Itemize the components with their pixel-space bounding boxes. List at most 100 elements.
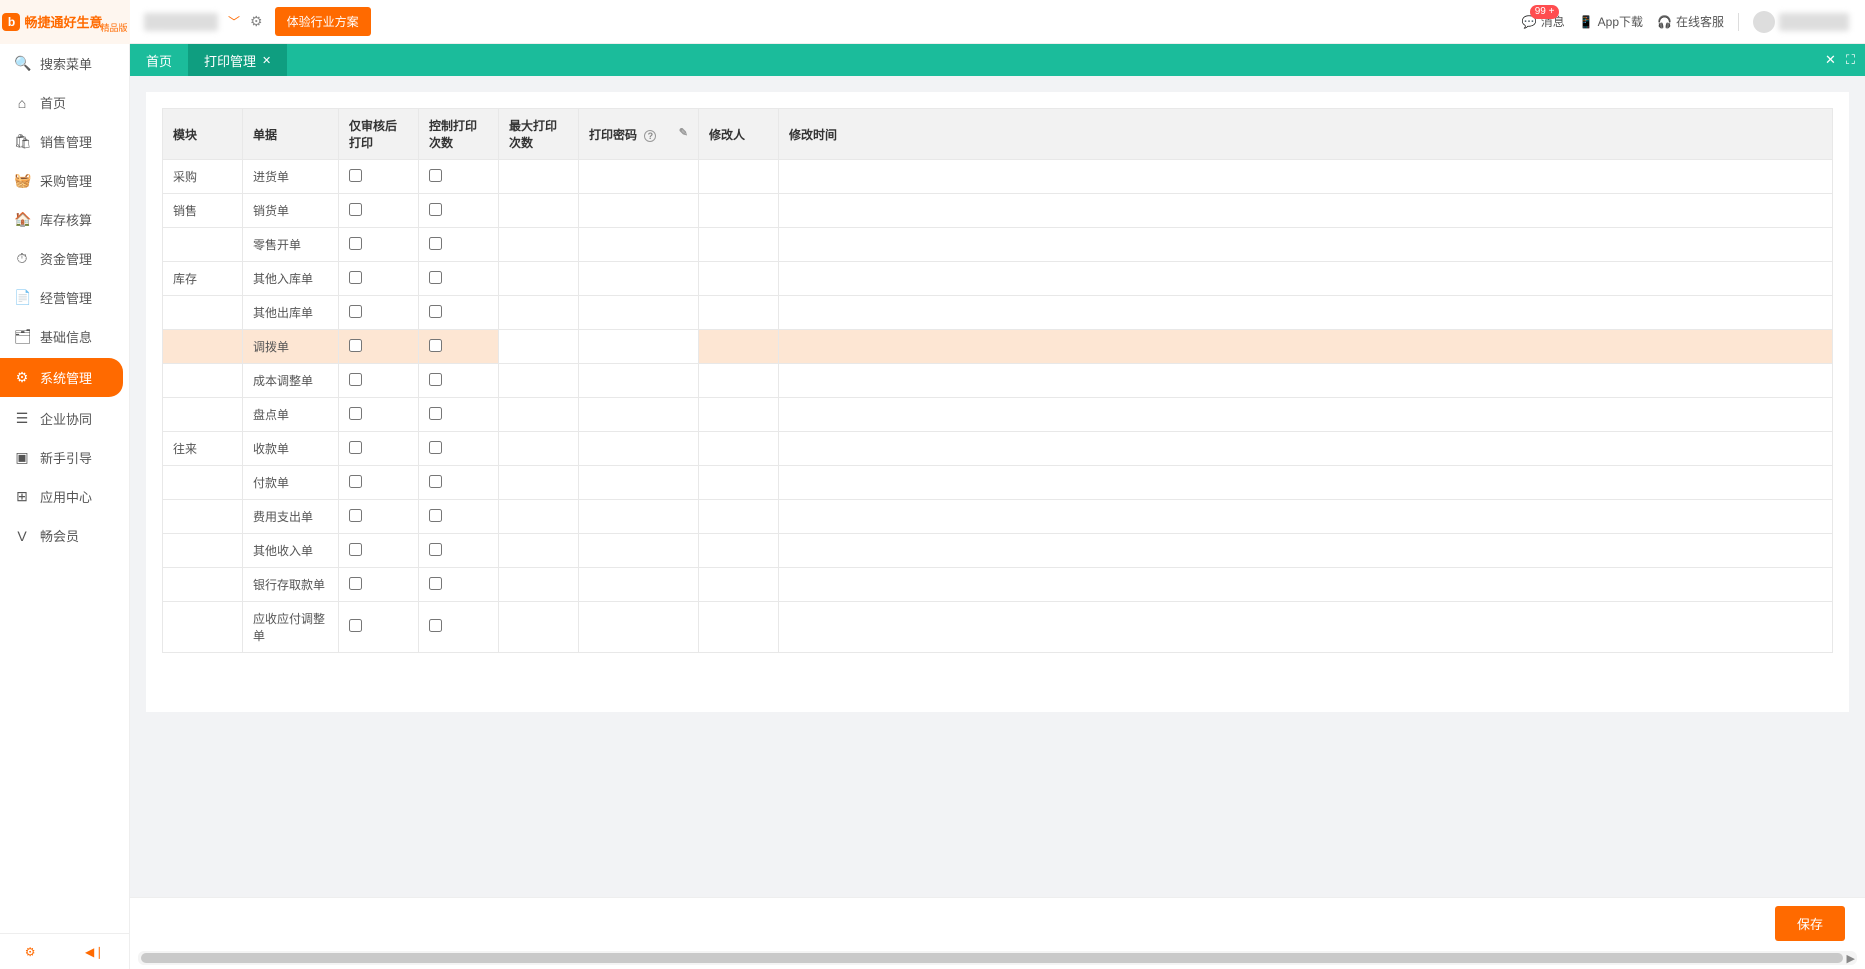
tab-1[interactable]: 打印管理✕ <box>188 44 287 76</box>
audit-checkbox[interactable] <box>349 237 362 250</box>
sidebar-item-8[interactable]: ⚙系统管理 <box>0 358 123 397</box>
table-row[interactable]: 应收应付调整单 <box>163 602 1833 653</box>
control-checkbox[interactable] <box>429 271 442 284</box>
cell-pwd[interactable] <box>579 160 699 194</box>
cell-pwd[interactable] <box>579 398 699 432</box>
sidebar-item-6[interactable]: 📄经营管理 <box>0 278 129 317</box>
control-checkbox[interactable] <box>429 407 442 420</box>
scroll-right-icon[interactable]: ▶ <box>1847 952 1855 965</box>
cell-max[interactable] <box>499 398 579 432</box>
table-row[interactable]: 银行存取款单 <box>163 568 1833 602</box>
audit-checkbox[interactable] <box>349 373 362 386</box>
audit-checkbox[interactable] <box>349 509 362 522</box>
sidebar-item-10[interactable]: ▣新手引导 <box>0 438 129 477</box>
save-button[interactable]: 保存 <box>1775 906 1845 941</box>
sidebar-item-5[interactable]: ⏱资金管理 <box>0 239 129 278</box>
collapse-icon[interactable]: ◀❘ <box>85 945 104 959</box>
tab-close-all-icon[interactable]: ✕ <box>1825 52 1836 68</box>
control-checkbox[interactable] <box>429 339 442 352</box>
table-row[interactable]: 其他出库单 <box>163 296 1833 330</box>
cell-pwd[interactable] <box>579 228 699 262</box>
sidebar-item-9[interactable]: ☰企业协同 <box>0 399 129 438</box>
table-row[interactable]: 成本调整单 <box>163 364 1833 398</box>
sidebar-item-0[interactable]: 🔍搜索菜单 <box>0 44 129 83</box>
audit-checkbox[interactable] <box>349 271 362 284</box>
tab-0[interactable]: 首页 <box>130 44 188 76</box>
control-checkbox[interactable] <box>429 509 442 522</box>
fullscreen-icon[interactable]: ⛶ <box>1846 52 1855 68</box>
table-row[interactable]: 零售开单 <box>163 228 1833 262</box>
cell-pwd[interactable] <box>579 330 699 364</box>
gear-icon[interactable]: ⚙ <box>250 13 263 30</box>
edit-column-icon[interactable]: ✎ <box>679 126 688 139</box>
audit-checkbox[interactable] <box>349 203 362 216</box>
control-checkbox[interactable] <box>429 543 442 556</box>
cell-pwd[interactable] <box>579 568 699 602</box>
logo[interactable]: b 畅捷通好生意 精品版 <box>0 0 130 44</box>
control-checkbox[interactable] <box>429 203 442 216</box>
audit-checkbox[interactable] <box>349 577 362 590</box>
cell-max[interactable] <box>499 228 579 262</box>
audit-checkbox[interactable] <box>349 441 362 454</box>
cell-pwd[interactable] <box>579 432 699 466</box>
audit-checkbox[interactable] <box>349 305 362 318</box>
cell-max[interactable] <box>499 432 579 466</box>
sidebar-item-3[interactable]: 🧺采购管理 <box>0 161 129 200</box>
audit-checkbox[interactable] <box>349 169 362 182</box>
table-row[interactable]: 库存其他入库单 <box>163 262 1833 296</box>
audit-checkbox[interactable] <box>349 543 362 556</box>
control-checkbox[interactable] <box>429 169 442 182</box>
cell-pwd[interactable] <box>579 602 699 653</box>
cell-max[interactable] <box>499 330 579 364</box>
table-row[interactable]: 付款单 <box>163 466 1833 500</box>
control-checkbox[interactable] <box>429 441 442 454</box>
cell-pwd[interactable] <box>579 500 699 534</box>
help-icon[interactable]: ? <box>644 130 656 142</box>
control-checkbox[interactable] <box>429 577 442 590</box>
scrollbar-thumb[interactable] <box>141 953 1843 963</box>
control-checkbox[interactable] <box>429 305 442 318</box>
cell-pwd[interactable] <box>579 296 699 330</box>
sidebar-item-11[interactable]: ⊞应用中心 <box>0 477 129 516</box>
tab-close-icon[interactable]: ✕ <box>262 54 271 67</box>
cell-max[interactable] <box>499 364 579 398</box>
cell-max[interactable] <box>499 160 579 194</box>
cell-max[interactable] <box>499 568 579 602</box>
control-checkbox[interactable] <box>429 237 442 250</box>
control-checkbox[interactable] <box>429 373 442 386</box>
audit-checkbox[interactable] <box>349 339 362 352</box>
org-selector[interactable]: ████ ﹀ ⚙ <box>144 13 275 31</box>
app-download-link[interactable]: 📱 App下载 <box>1579 13 1643 30</box>
cell-pwd[interactable] <box>579 194 699 228</box>
horizontal-scrollbar[interactable]: ▶ <box>138 951 1857 965</box>
table-row[interactable]: 调拨单 <box>163 330 1833 364</box>
messages-link[interactable]: 99 + 💬 消息 <box>1522 13 1565 30</box>
cell-max[interactable] <box>499 500 579 534</box>
cell-pwd[interactable] <box>579 262 699 296</box>
user-menu[interactable]: ████ <box>1753 11 1849 33</box>
cell-pwd[interactable] <box>579 466 699 500</box>
table-row[interactable]: 其他收入单 <box>163 534 1833 568</box>
table-row[interactable]: 盘点单 <box>163 398 1833 432</box>
control-checkbox[interactable] <box>429 619 442 632</box>
table-row[interactable]: 费用支出单 <box>163 500 1833 534</box>
sidebar-item-2[interactable]: 🛍销售管理 <box>0 122 129 161</box>
settings-icon[interactable]: ⚙ <box>25 945 36 959</box>
control-checkbox[interactable] <box>429 475 442 488</box>
industry-plan-button[interactable]: 体验行业方案 <box>275 7 371 36</box>
cell-pwd[interactable] <box>579 534 699 568</box>
cell-max[interactable] <box>499 602 579 653</box>
table-row[interactable]: 销售销货单 <box>163 194 1833 228</box>
audit-checkbox[interactable] <box>349 407 362 420</box>
cell-max[interactable] <box>499 534 579 568</box>
sidebar-item-4[interactable]: 🏠库存核算 <box>0 200 129 239</box>
audit-checkbox[interactable] <box>349 619 362 632</box>
table-row[interactable]: 采购进货单 <box>163 160 1833 194</box>
cell-max[interactable] <box>499 296 579 330</box>
sidebar-item-1[interactable]: ⌂首页 <box>0 83 129 122</box>
online-support-link[interactable]: 🎧 在线客服 <box>1657 13 1724 30</box>
cell-max[interactable] <box>499 466 579 500</box>
cell-max[interactable] <box>499 262 579 296</box>
audit-checkbox[interactable] <box>349 475 362 488</box>
sidebar-item-12[interactable]: V畅会员 <box>0 516 129 555</box>
